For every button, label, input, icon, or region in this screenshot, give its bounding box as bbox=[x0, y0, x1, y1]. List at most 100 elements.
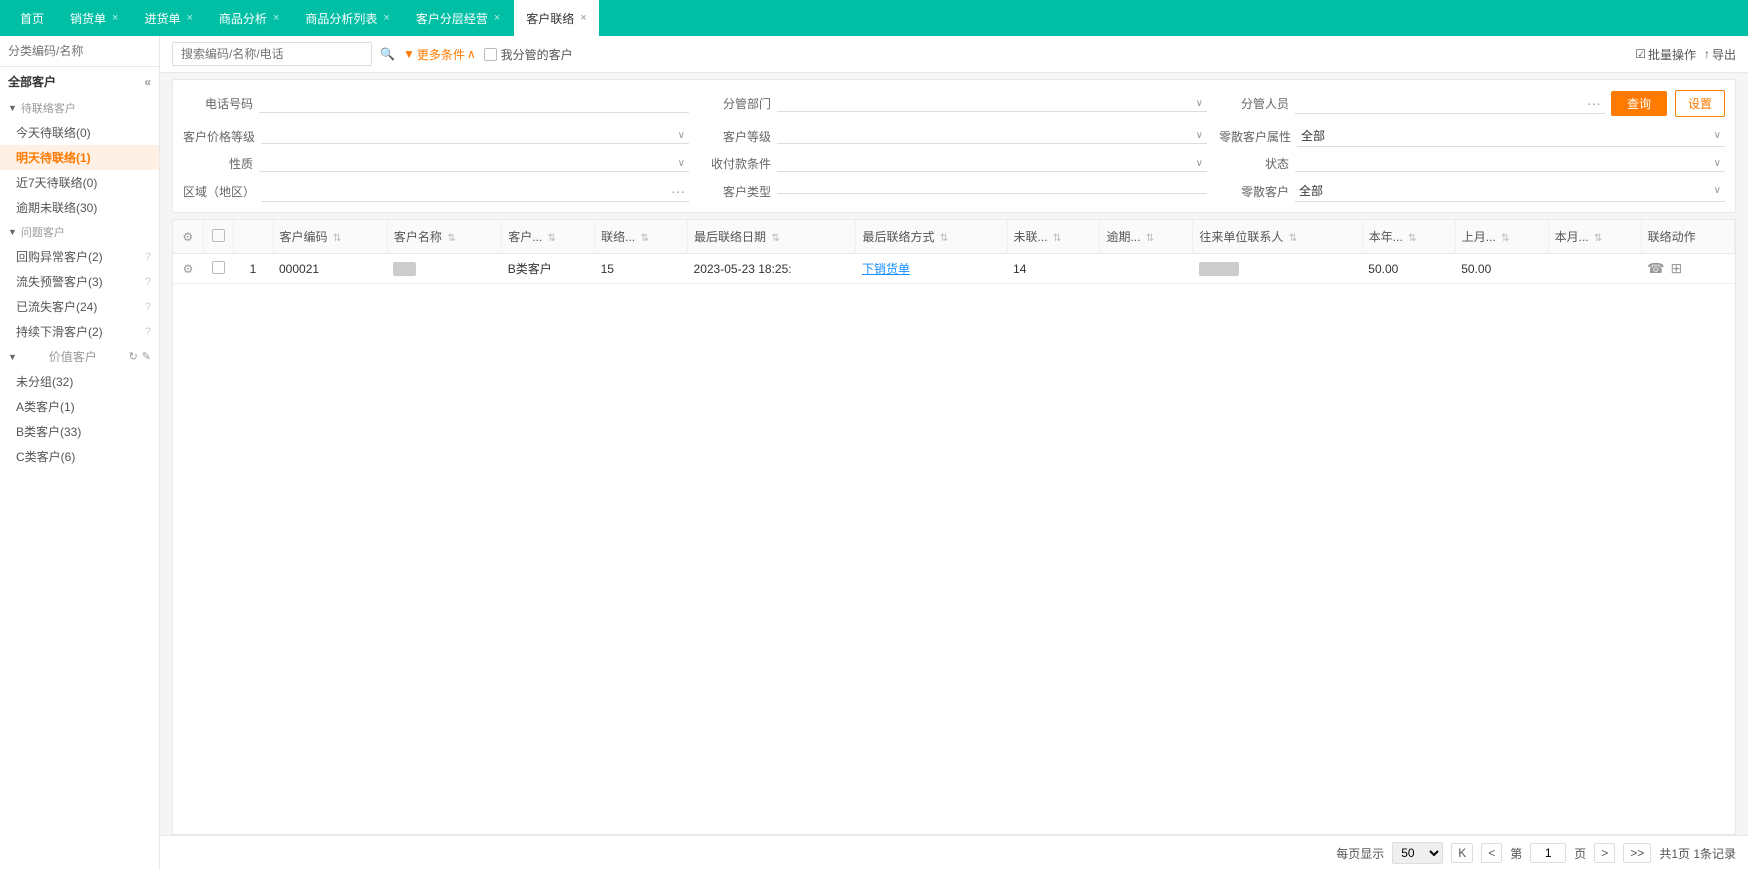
customer-level-select[interactable]: ∨ bbox=[777, 128, 1207, 144]
search-input[interactable] bbox=[172, 42, 372, 66]
sidebar-item-churned[interactable]: 已流失客户(24) ? bbox=[0, 294, 159, 319]
sidebar-item-repurchase-abnormal[interactable]: 回购异常客户(2) ? bbox=[0, 244, 159, 269]
col-contact-header[interactable]: 联络... ⇅ bbox=[595, 220, 688, 254]
help-icon-3[interactable]: ? bbox=[145, 301, 151, 313]
export-button[interactable]: ↑ 导出 bbox=[1704, 46, 1736, 63]
sidebar-item-overdue[interactable]: 逾期未联络(30) bbox=[0, 195, 159, 220]
total-label: 共1页 1条记录 bbox=[1659, 845, 1736, 862]
price-level-select[interactable]: ∨ bbox=[261, 128, 689, 144]
refresh-value-icon[interactable]: ↻ bbox=[129, 350, 138, 363]
nav-close-sales-order[interactable]: × bbox=[112, 12, 118, 24]
nav-product-analysis-list[interactable]: 商品分析列表 × bbox=[293, 0, 401, 36]
col-category-header[interactable]: 客户... ⇅ bbox=[502, 220, 595, 254]
col-name-header[interactable]: 客户名称 ⇅ bbox=[387, 220, 501, 254]
col-not-contacted-header[interactable]: 未联... ⇅ bbox=[1007, 220, 1100, 254]
last-page-button[interactable]: >> bbox=[1623, 843, 1651, 863]
last-method-link[interactable]: 下销货单 bbox=[862, 262, 910, 276]
row-check[interactable] bbox=[203, 254, 233, 284]
col-last-date-header[interactable]: 最后联络日期 ⇅ bbox=[688, 220, 856, 254]
sidebar-item-today[interactable]: 今天待联络(0) bbox=[0, 120, 159, 145]
batch-operation-button[interactable]: ☑ 批量操作 bbox=[1635, 46, 1696, 63]
row-last-date: 2023-05-23 18:25: bbox=[688, 254, 856, 284]
next-page-button[interactable]: > bbox=[1594, 843, 1615, 863]
my-customers-checkbox[interactable] bbox=[484, 48, 497, 61]
table-footer: 每页显示 50 100 200 K < 第 页 > >> 共1页 1条记录 bbox=[160, 835, 1748, 870]
group-pending-contact[interactable]: 待联络客户 bbox=[0, 96, 159, 120]
status-select[interactable]: ∨ bbox=[1295, 156, 1725, 172]
col-settings-header[interactable]: ⚙ bbox=[173, 220, 203, 254]
sort-category-icon: ⇅ bbox=[548, 233, 556, 244]
select-all-checkbox[interactable] bbox=[212, 229, 225, 242]
row-checkbox[interactable] bbox=[212, 261, 225, 274]
phone-input[interactable] bbox=[259, 94, 689, 113]
sidebar-item-ungrouped[interactable]: 未分组(32) bbox=[0, 369, 159, 394]
first-page-button[interactable]: K bbox=[1451, 843, 1473, 863]
col-this-month-header[interactable]: 本月... ⇅ bbox=[1548, 220, 1641, 254]
nav-home[interactable]: 首页 bbox=[8, 0, 56, 36]
sidebar-collapse-icon[interactable]: « bbox=[144, 75, 151, 89]
group-problem-customers[interactable]: 问题客户 bbox=[0, 220, 159, 244]
manager-select[interactable]: ··· bbox=[1295, 93, 1605, 114]
row-settings[interactable]: ⚙ bbox=[173, 254, 203, 284]
help-icon-2[interactable]: ? bbox=[145, 276, 151, 288]
page-size-select[interactable]: 50 100 200 bbox=[1392, 842, 1443, 864]
settings-button[interactable]: 设置 bbox=[1675, 90, 1725, 117]
help-icon-1[interactable]: ? bbox=[145, 251, 151, 263]
sidebar-item-7days[interactable]: 近7天待联络(0) bbox=[0, 170, 159, 195]
sort-last-date-icon: ⇅ bbox=[771, 233, 779, 244]
nav-product-analysis[interactable]: 商品分析 × bbox=[207, 0, 291, 36]
sidebar-item-tomorrow[interactable]: 明天待联络(1) bbox=[0, 145, 159, 170]
nav-close-product-analysis[interactable]: × bbox=[273, 12, 279, 24]
col-last-month-header[interactable]: 上月... ⇅ bbox=[1455, 220, 1548, 254]
row-last-method[interactable]: 下销货单 bbox=[856, 254, 1007, 284]
nav-close-product-analysis-list[interactable]: × bbox=[383, 12, 389, 24]
nav-sales-order[interactable]: 销货单 × bbox=[58, 0, 130, 36]
group-value-customers[interactable]: 价值客户 ↻ ✎ bbox=[0, 344, 159, 369]
nav-close-purchase-order[interactable]: × bbox=[186, 12, 192, 24]
filter-row-customer-level: 客户等级 ∨ bbox=[701, 125, 1207, 147]
my-customers-checkbox-label[interactable]: 我分管的客户 bbox=[484, 46, 573, 63]
sidebar-item-declining[interactable]: 持续下滑客户(2) ? bbox=[0, 319, 159, 344]
manager-dots-icon[interactable]: ··· bbox=[1587, 95, 1601, 111]
edit-value-icon[interactable]: ✎ bbox=[142, 350, 151, 363]
col-last-method-header[interactable]: 最后联络方式 ⇅ bbox=[856, 220, 1007, 254]
sidebar-item-c-class[interactable]: C类客户(6) bbox=[0, 444, 159, 469]
action-more-icon[interactable]: ⊞ bbox=[1671, 260, 1683, 277]
gender-select[interactable]: ∨ bbox=[259, 156, 689, 172]
col-this-year-header[interactable]: 本年... ⇅ bbox=[1362, 220, 1455, 254]
nav-close-customer-contact[interactable]: × bbox=[580, 12, 586, 24]
nav-customer-contact[interactable]: 客户联络 × bbox=[514, 0, 598, 36]
all-customers-header[interactable]: 全部客户 « bbox=[0, 67, 159, 96]
nav-customer-tier[interactable]: 客户分层经营 × bbox=[404, 0, 512, 36]
sort-not-contacted-icon: ⇅ bbox=[1053, 233, 1061, 244]
more-conditions-button[interactable]: ▼ 更多条件 ∧ bbox=[403, 46, 476, 63]
row-this-month bbox=[1548, 254, 1641, 284]
page-input[interactable] bbox=[1530, 843, 1566, 863]
col-overdue-header[interactable]: 逾期... ⇅ bbox=[1100, 220, 1193, 254]
col-unit-contact-header[interactable]: 往来单位联系人 ⇅ bbox=[1193, 220, 1362, 254]
col-code-header[interactable]: 客户编码 ⇅ bbox=[273, 220, 387, 254]
query-button[interactable]: 查询 bbox=[1611, 91, 1667, 116]
dept-select[interactable]: ∨ bbox=[777, 96, 1207, 112]
customer-type-select[interactable] bbox=[777, 189, 1207, 194]
prev-page-button[interactable]: < bbox=[1481, 843, 1502, 863]
batch-check-icon: ☑ bbox=[1635, 47, 1646, 61]
filter-row-retail-customer: 零散客户 全部 ∨ bbox=[1219, 180, 1725, 202]
nav-close-customer-tier[interactable]: × bbox=[494, 12, 500, 24]
col-check-header[interactable] bbox=[203, 220, 233, 254]
help-icon-4[interactable]: ? bbox=[145, 326, 151, 338]
sidebar-item-b-class[interactable]: B类客户(33) bbox=[0, 419, 159, 444]
manager-label: 分管人员 bbox=[1219, 95, 1289, 112]
retail-customer-select[interactable]: 全部 ∨ bbox=[1295, 180, 1725, 202]
retail-attr-select[interactable]: 全部 ∨ bbox=[1297, 125, 1725, 147]
sidebar-search-input[interactable] bbox=[8, 44, 160, 58]
sidebar-search-area: 🔍 bbox=[0, 36, 159, 67]
sidebar-item-churn-warning[interactable]: 流失预警客户(3) ? bbox=[0, 269, 159, 294]
sidebar-item-a-class[interactable]: A类客户(1) bbox=[0, 394, 159, 419]
area-select[interactable]: ··· bbox=[261, 181, 689, 202]
search-button[interactable]: 🔍 bbox=[380, 47, 395, 61]
nav-purchase-order[interactable]: 进货单 × bbox=[132, 0, 204, 36]
payment-select[interactable]: ∨ bbox=[777, 156, 1207, 172]
area-dots-icon[interactable]: ··· bbox=[671, 183, 685, 199]
action-phone-icon[interactable]: ☎ bbox=[1647, 260, 1664, 277]
